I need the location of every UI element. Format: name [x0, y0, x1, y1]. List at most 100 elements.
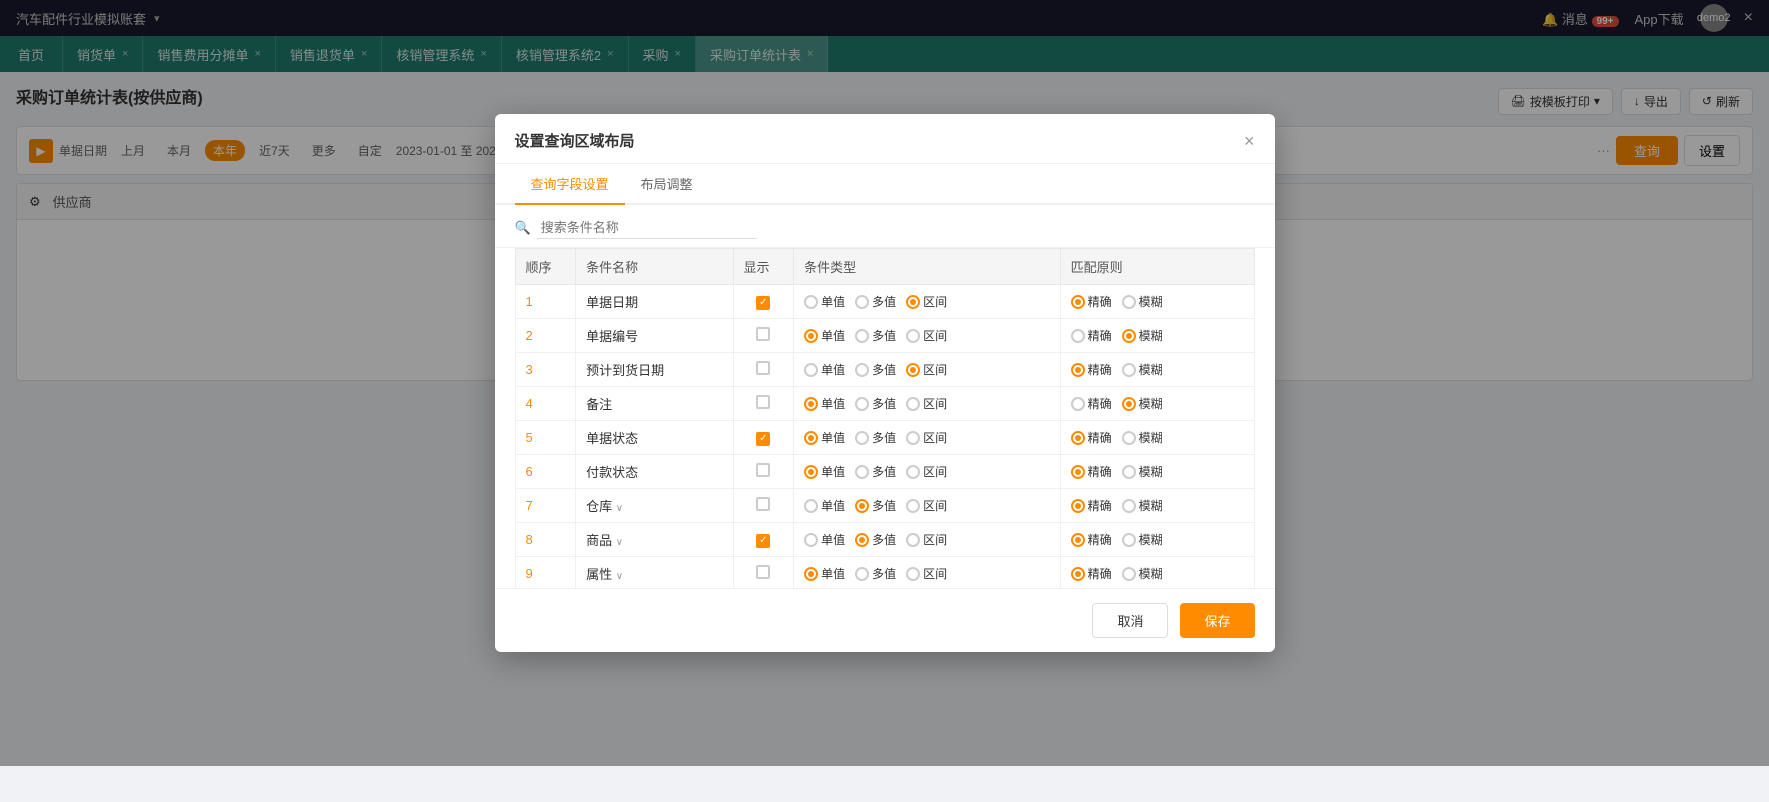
display-checkbox[interactable] — [756, 565, 770, 579]
cancel-button[interactable]: 取消 — [1092, 603, 1168, 638]
row-order: 8 — [515, 523, 576, 557]
row-display-checkbox[interactable] — [733, 455, 794, 489]
row-name: 备注 — [576, 387, 733, 421]
type-option-区间[interactable]: 区间 — [906, 497, 947, 514]
tab-layout-adjust[interactable]: 布局调整 — [625, 164, 709, 205]
match-option-模糊[interactable]: 模糊 — [1122, 395, 1163, 412]
row-name: 属性 ∨ — [576, 557, 733, 589]
type-option-区间[interactable]: 区间 — [906, 565, 947, 582]
type-option-多值[interactable]: 多值 — [855, 463, 896, 480]
match-option-精确[interactable]: 精确 — [1071, 361, 1112, 378]
type-option-单值[interactable]: 单值 — [804, 293, 845, 310]
match-option-精确[interactable]: 精确 — [1071, 463, 1112, 480]
display-checkbox[interactable] — [756, 534, 770, 548]
display-checkbox[interactable] — [756, 327, 770, 341]
type-option-单值[interactable]: 单值 — [804, 395, 845, 412]
type-option-单值[interactable]: 单值 — [804, 463, 845, 480]
row-display-checkbox[interactable] — [733, 489, 794, 523]
row-name: 仓库 ∨ — [576, 489, 733, 523]
display-checkbox[interactable] — [756, 432, 770, 446]
row-order: 9 — [515, 557, 576, 589]
type-option-区间[interactable]: 区间 — [906, 395, 947, 412]
type-option-区间[interactable]: 区间 — [906, 361, 947, 378]
type-option-区间[interactable]: 区间 — [906, 429, 947, 446]
type-option-多值[interactable]: 多值 — [855, 531, 896, 548]
match-option-模糊[interactable]: 模糊 — [1122, 531, 1163, 548]
type-option-多值[interactable]: 多值 — [855, 395, 896, 412]
type-option-单值[interactable]: 单值 — [804, 327, 845, 344]
match-option-精确[interactable]: 精确 — [1071, 395, 1112, 412]
match-option-模糊[interactable]: 模糊 — [1122, 565, 1163, 582]
row-name: 付款状态 — [576, 455, 733, 489]
type-option-多值[interactable]: 多值 — [855, 429, 896, 446]
modal-title: 设置查询区域布局 — [515, 130, 635, 151]
match-option-精确[interactable]: 精确 — [1071, 293, 1112, 310]
match-option-模糊[interactable]: 模糊 — [1122, 327, 1163, 344]
display-checkbox[interactable] — [756, 361, 770, 375]
type-option-区间[interactable]: 区间 — [906, 327, 947, 344]
row-order: 1 — [515, 285, 576, 319]
row-display-checkbox[interactable] — [733, 387, 794, 421]
row-type: 单值多值区间 — [794, 557, 1061, 589]
row-order: 4 — [515, 387, 576, 421]
display-checkbox[interactable] — [756, 463, 770, 477]
settings-modal: 设置查询区域布局 × 查询字段设置 布局调整 🔍 顺序 条件名称 — [495, 114, 1275, 652]
table-row: 8商品 ∨单值多值区间精确模糊 — [515, 523, 1254, 557]
row-display-checkbox[interactable] — [733, 557, 794, 589]
row-type: 单值多值区间 — [794, 353, 1061, 387]
display-checkbox[interactable] — [756, 296, 770, 310]
match-option-模糊[interactable]: 模糊 — [1122, 497, 1163, 514]
search-input[interactable] — [537, 217, 757, 239]
match-option-精确[interactable]: 精确 — [1071, 327, 1112, 344]
row-match: 精确模糊 — [1060, 523, 1254, 557]
table-row: 7仓库 ∨单值多值区间精确模糊 — [515, 489, 1254, 523]
match-option-精确[interactable]: 精确 — [1071, 497, 1112, 514]
row-name: 单据日期 — [576, 285, 733, 319]
row-type: 单值多值区间 — [794, 489, 1061, 523]
modal-footer: 取消 保存 — [495, 588, 1275, 652]
match-option-精确[interactable]: 精确 — [1071, 531, 1112, 548]
modal-close-button[interactable]: × — [1244, 132, 1255, 150]
row-type: 单值多值区间 — [794, 387, 1061, 421]
display-checkbox[interactable] — [756, 395, 770, 409]
row-order: 2 — [515, 319, 576, 353]
table-row: 6付款状态单值多值区间精确模糊 — [515, 455, 1254, 489]
row-match: 精确模糊 — [1060, 557, 1254, 589]
type-option-多值[interactable]: 多值 — [855, 327, 896, 344]
type-option-区间[interactable]: 区间 — [906, 531, 947, 548]
match-option-模糊[interactable]: 模糊 — [1122, 429, 1163, 446]
modal-header: 设置查询区域布局 × — [495, 114, 1275, 164]
table-row: 4备注单值多值区间精确模糊 — [515, 387, 1254, 421]
type-option-多值[interactable]: 多值 — [855, 565, 896, 582]
row-display-checkbox[interactable] — [733, 319, 794, 353]
save-button[interactable]: 保存 — [1180, 603, 1254, 638]
col-header-name: 条件名称 — [576, 249, 733, 285]
match-option-精确[interactable]: 精确 — [1071, 429, 1112, 446]
match-option-精确[interactable]: 精确 — [1071, 565, 1112, 582]
tab-query-fields[interactable]: 查询字段设置 — [515, 164, 625, 205]
row-match: 精确模糊 — [1060, 489, 1254, 523]
type-option-单值[interactable]: 单值 — [804, 565, 845, 582]
modal-search-area: 🔍 — [495, 205, 1275, 248]
row-name: 预计到货日期 — [576, 353, 733, 387]
row-display-checkbox[interactable] — [733, 285, 794, 319]
type-option-区间[interactable]: 区间 — [906, 463, 947, 480]
type-option-单值[interactable]: 单值 — [804, 531, 845, 548]
type-option-单值[interactable]: 单值 — [804, 361, 845, 378]
type-option-多值[interactable]: 多值 — [855, 361, 896, 378]
display-checkbox[interactable] — [756, 497, 770, 511]
match-option-模糊[interactable]: 模糊 — [1122, 293, 1163, 310]
match-option-模糊[interactable]: 模糊 — [1122, 463, 1163, 480]
row-display-checkbox[interactable] — [733, 353, 794, 387]
type-option-单值[interactable]: 单值 — [804, 429, 845, 446]
col-header-order: 顺序 — [515, 249, 576, 285]
row-match: 精确模糊 — [1060, 421, 1254, 455]
type-option-单值[interactable]: 单值 — [804, 497, 845, 514]
table-row: 3预计到货日期单值多值区间精确模糊 — [515, 353, 1254, 387]
type-option-多值[interactable]: 多值 — [855, 293, 896, 310]
type-option-区间[interactable]: 区间 — [906, 293, 947, 310]
match-option-模糊[interactable]: 模糊 — [1122, 361, 1163, 378]
row-display-checkbox[interactable] — [733, 523, 794, 557]
type-option-多值[interactable]: 多值 — [855, 497, 896, 514]
row-display-checkbox[interactable] — [733, 421, 794, 455]
